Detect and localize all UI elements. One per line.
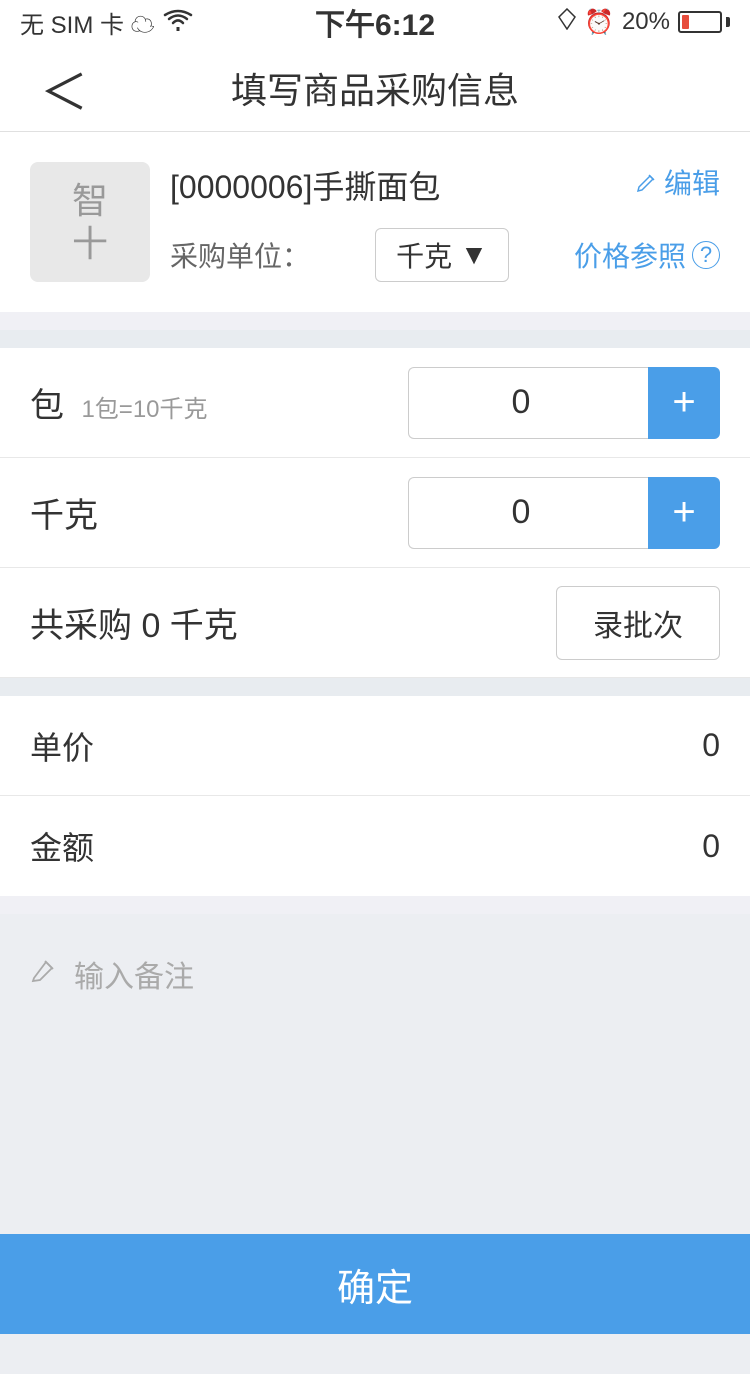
total-purchase-text: 共采购 0 千克 — [30, 598, 238, 647]
product-info: [0000006]手撕面包 编辑 采购单位： 千克 ▼ 价格参照 ? — [170, 162, 720, 282]
section-divider-1 — [0, 330, 750, 348]
record-batch-button[interactable]: 录批次 — [556, 586, 720, 660]
confirm-button[interactable]: 确定 — [0, 1234, 750, 1334]
location-icon — [558, 8, 576, 37]
product-name: [0000006]手撕面包 — [170, 162, 440, 208]
bag-input-control: + — [408, 367, 720, 439]
wifi-icon — [163, 7, 193, 38]
bag-input-row: 包 1包=10千克 + — [0, 348, 750, 458]
bag-quantity-input[interactable] — [408, 367, 648, 439]
price-section: 单价 0 金额 0 — [0, 696, 750, 896]
input-section: 包 1包=10千克 + 千克 + — [0, 348, 750, 568]
page-title: 填写商品采购信息 — [231, 62, 519, 114]
unit-price-label: 单价 — [30, 723, 94, 769]
price-ref-button[interactable]: 价格参照 ? — [574, 235, 720, 275]
product-card: 智 十 [0000006]手撕面包 编辑 采购单位： 千克 ▼ 价 — [0, 132, 750, 312]
sim-text: 无 SIM 卡 ☁ — [20, 5, 155, 40]
bag-plus-button[interactable]: + — [648, 367, 720, 439]
product-logo: 智 十 — [72, 179, 108, 265]
kg-input-control: + — [408, 477, 720, 549]
amount-value: 0 — [702, 828, 720, 865]
nav-bar: ＜ 填写商品采购信息 — [0, 44, 750, 132]
kg-quantity-input[interactable] — [408, 477, 648, 549]
status-left: 无 SIM 卡 ☁ — [20, 5, 193, 40]
product-image: 智 十 — [30, 162, 150, 282]
status-bar: 无 SIM 卡 ☁ 下午6:12 ⏰ 20% — [0, 0, 750, 44]
unit-price-row: 单价 0 — [0, 696, 750, 796]
info-icon: ? — [692, 241, 720, 269]
status-right: ⏰ 20% — [558, 8, 730, 37]
kg-plus-button[interactable]: + — [648, 477, 720, 549]
chevron-down-icon: ▼ — [460, 239, 488, 271]
remark-section[interactable]: 输入备注 — [0, 914, 750, 1034]
section-divider-2 — [0, 678, 750, 696]
alarm-icon: ⏰ — [584, 8, 614, 37]
amount-label: 金额 — [30, 823, 94, 869]
status-time: 下午6:12 — [315, 0, 435, 44]
unit-dropdown[interactable]: 千克 ▼ — [375, 228, 509, 282]
purchase-unit-label: 采购单位： — [170, 235, 310, 275]
battery-icon — [678, 11, 730, 33]
remark-placeholder-text: 输入备注 — [74, 952, 194, 996]
bag-label: 包 1包=10千克 — [30, 378, 408, 427]
battery-percent: 20% — [622, 8, 670, 36]
summary-row: 共采购 0 千克 录批次 — [0, 568, 750, 678]
bag-sublabel: 1包=10千克 — [81, 396, 207, 423]
kg-label: 千克 — [30, 488, 408, 537]
confirm-button-label: 确定 — [337, 1257, 413, 1312]
edit-button[interactable]: 编辑 — [636, 162, 720, 202]
amount-row: 金额 0 — [0, 796, 750, 896]
back-button[interactable]: ＜ — [30, 43, 98, 133]
kg-input-row: 千克 + — [0, 458, 750, 568]
unit-price-value: 0 — [702, 727, 720, 764]
pencil-icon — [30, 956, 58, 992]
